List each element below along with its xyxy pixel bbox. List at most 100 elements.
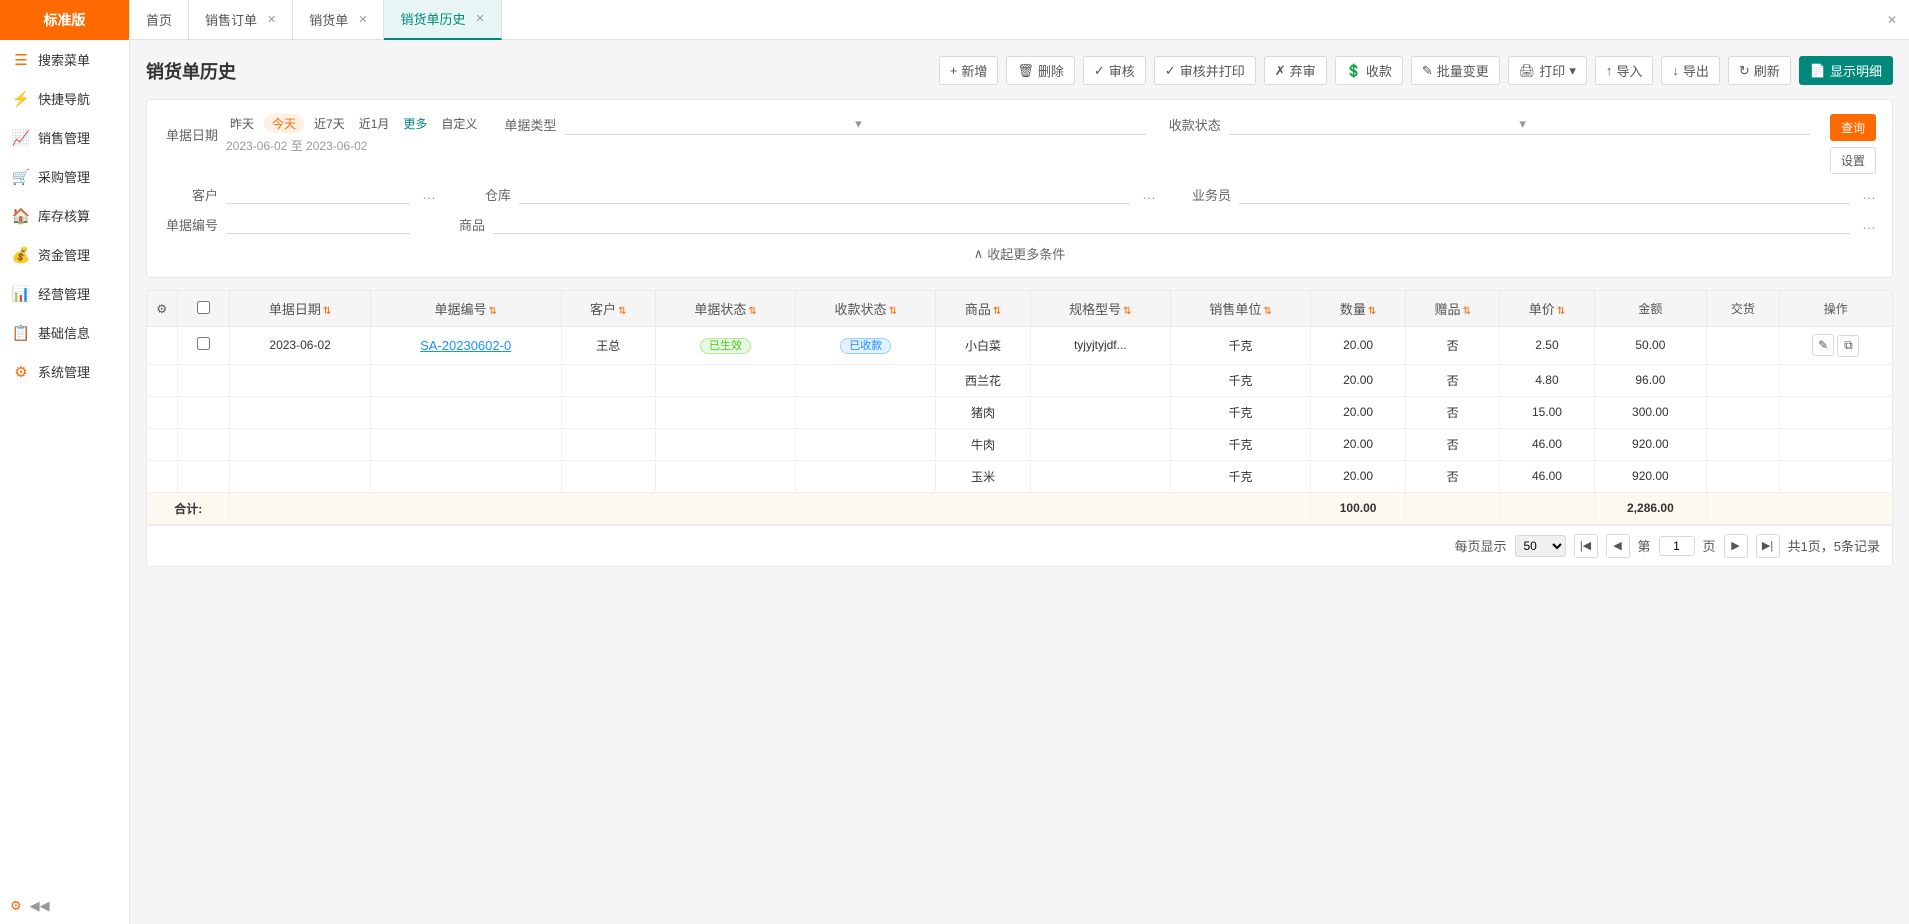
date-btn-more[interactable]: 更多 [399,114,431,133]
collapse-sidebar-icon[interactable]: ◀◀ [30,898,50,914]
delete-button[interactable]: 🗑 删除 [1006,56,1075,85]
th-doc-no[interactable]: 单据编号⇅ [370,291,561,327]
tab-sales-order[interactable]: 销售订单 ✕ [189,0,293,40]
th-qty[interactable]: 数量⇅ [1311,291,1406,327]
sidebar-item-purchase-mgmt[interactable]: 🛒 采购管理 [0,157,129,196]
select-all-checkbox[interactable] [197,301,210,314]
cell-checkbox[interactable] [177,428,230,460]
cell-checkbox[interactable] [177,460,230,492]
payment-status-badge: 已收款 [840,338,891,354]
date-btn-1month[interactable]: 近1月 [355,114,394,133]
th-customer[interactable]: 客户⇅ [561,291,655,327]
customer-label: 客户 [163,185,218,204]
warehouse-more-icon[interactable]: … [1142,186,1156,202]
abandon-button[interactable]: ✗ 弃审 [1264,56,1327,85]
th-checkbox[interactable] [177,291,230,327]
th-gear[interactable]: ⚙ [147,291,177,327]
th-price[interactable]: 单价⇅ [1500,291,1594,327]
tab-sales-order-close[interactable]: ✕ [267,13,276,26]
import-button[interactable]: ↑ 导入 [1595,56,1654,85]
cell-checkbox[interactable] [177,364,230,396]
sidebar-item-finance[interactable]: 💰 资金管理 [0,235,129,274]
th-unit[interactable]: 销售单位⇅ [1170,291,1310,327]
date-btn-today[interactable]: 今天 [264,114,304,133]
goods-more-icon[interactable]: … [1862,216,1876,232]
tab-home[interactable]: 首页 [130,0,189,40]
row-checkbox[interactable] [197,337,210,350]
th-doc-date[interactable]: 单据日期⇅ [230,291,370,327]
query-button[interactable]: 查询 [1830,114,1876,141]
th-spec[interactable]: 规格型号⇅ [1030,291,1170,327]
cell-doc-no[interactable] [370,428,561,460]
receive-button[interactable]: 💲 收款 [1335,56,1403,85]
page-number-input[interactable] [1659,536,1695,556]
add-label: 新增 [961,61,987,80]
date-btn-7days[interactable]: 近7天 [310,114,349,133]
cell-action: ✎ ⧉ [1779,327,1892,365]
action-edit-btn[interactable]: ✎ [1812,334,1834,356]
cell-doc-date [230,364,370,396]
tab-sales-history[interactable]: 销货单历史 ✕ [384,0,501,40]
collapse-button[interactable]: ∧ 收起更多条件 [163,244,1876,263]
pagination-prev[interactable]: ◀ [1606,534,1630,558]
sidebar-item-ops-mgmt[interactable]: 📊 经营管理 [0,274,129,313]
settings-bottom-icon[interactable]: ⚙ [10,898,22,914]
tab-sales-history-close[interactable]: ✕ [476,12,485,25]
settings-button[interactable]: 设置 [1830,147,1876,174]
sidebar-item-inventory[interactable]: 🏠 库存核算 [0,196,129,235]
staff-more-icon[interactable]: … [1862,186,1876,202]
docno-input[interactable] [226,214,410,234]
export-button[interactable]: ↓ 导出 [1661,56,1720,85]
cell-checkbox[interactable] [177,327,230,365]
date-btn-custom[interactable]: 自定义 [437,114,481,133]
receive-icon: 💲 [1346,63,1362,79]
th-gift[interactable]: 赠品⇅ [1406,291,1500,327]
receive-label: 收款 [1366,61,1392,80]
sidebar-item-sys-mgmt[interactable]: ⚙ 系统管理 [0,352,129,391]
audit-button[interactable]: ✓ 审核 [1083,56,1146,85]
warehouse-input[interactable] [519,184,1130,204]
tabs-close-all[interactable]: ✕ [1875,13,1909,27]
date-filter: 单据日期 昨天 今天 近7天 近1月 更多 自定义 2023-06-02 至 2… [163,114,481,154]
date-btn-yesterday[interactable]: 昨天 [226,114,258,133]
doc-type-select[interactable]: ▾ [564,114,1145,135]
payment-status-select[interactable]: ▾ [1229,114,1810,135]
show-details-button[interactable]: 📄 显示明细 [1799,56,1893,85]
cell-doc-date [230,428,370,460]
doc-no-link[interactable]: SA-20230602-0 [420,338,511,353]
pagination-first[interactable]: |◀ [1574,534,1598,558]
refresh-button[interactable]: ↻ 刷新 [1728,56,1791,85]
goods-input[interactable] [493,214,1850,234]
customer-more-icon[interactable]: … [422,186,436,202]
cell-doc-no[interactable] [370,396,561,428]
cell-doc-no[interactable] [370,364,561,396]
sidebar-item-quick-nav[interactable]: ⚡ 快捷导航 [0,79,129,118]
th-goods[interactable]: 商品⇅ [936,291,1030,327]
cell-qty: 20.00 [1311,364,1406,396]
pagination-last[interactable]: ▶| [1756,534,1780,558]
staff-input[interactable] [1239,184,1850,204]
cell-checkbox[interactable] [177,396,230,428]
action-copy-btn[interactable]: ⧉ [1837,335,1859,357]
sidebar-item-sales-mgmt[interactable]: 📈 销售管理 [0,118,129,157]
th-doc-status[interactable]: 单据状态⇅ [655,291,795,327]
tab-sales-goods-close[interactable]: ✕ [358,13,367,26]
per-page-select[interactable]: 50 100 [1515,535,1566,557]
summary-tail [1707,492,1892,524]
th-payment-status[interactable]: 收款状态⇅ [796,291,936,327]
print-button[interactable]: 🖨 打印 ▾ [1508,56,1587,85]
cell-doc-no[interactable] [370,460,561,492]
doc-status-badge: 已生效 [700,338,751,354]
print-label: 打印 [1539,61,1565,80]
cell-price: 15.00 [1500,396,1594,428]
tab-sales-goods[interactable]: 销货单 ✕ [293,0,384,40]
customer-input[interactable] [226,184,410,204]
sort-goods-icon: ⇅ [993,306,1001,317]
pagination-next[interactable]: ▶ [1724,534,1748,558]
sidebar-item-basic-info[interactable]: 📋 基础信息 [0,313,129,352]
audit-print-button[interactable]: ✓ 审核并打印 [1154,56,1256,85]
batch-change-button[interactable]: ✎ 批量变更 [1411,56,1500,85]
sidebar-item-search-menu[interactable]: ☰ 搜索菜单 [0,40,129,79]
add-button[interactable]: + 新增 [939,56,999,85]
cell-doc-no[interactable]: SA-20230602-0 [370,327,561,365]
